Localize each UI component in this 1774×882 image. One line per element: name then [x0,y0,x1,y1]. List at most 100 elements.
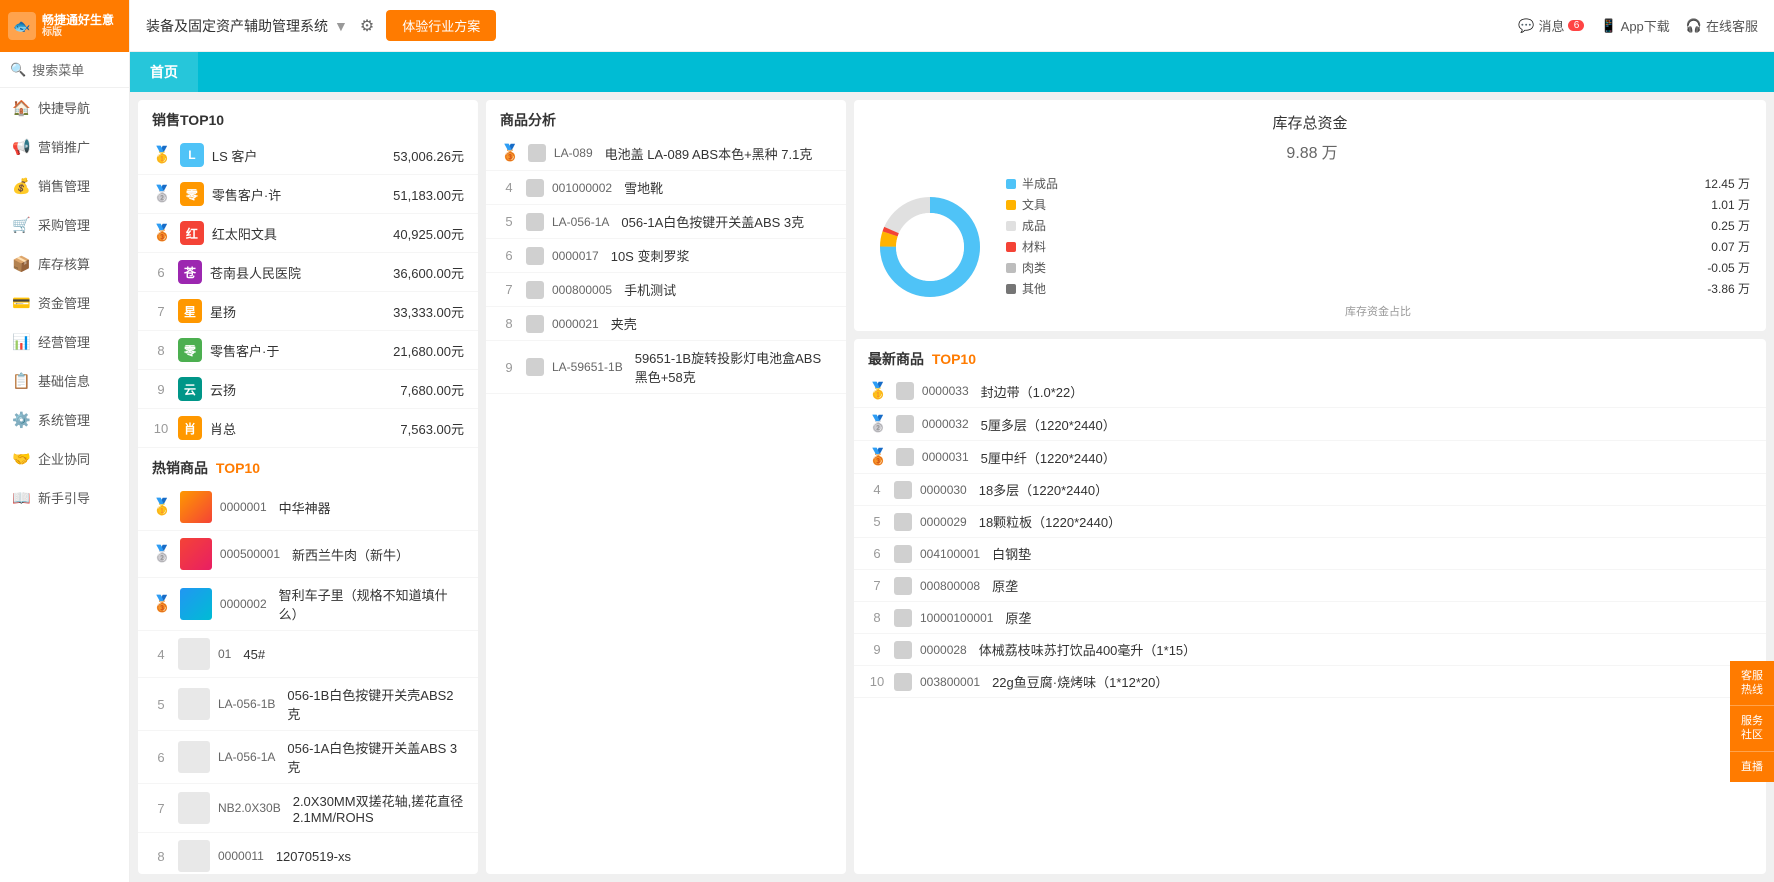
rank-avatar-3: 红 [180,221,204,245]
np-row-5: 5 0000029 18颗粒板（1220*2440） [854,506,1766,538]
inventory-chart-area: 半成品 12.45 万 文具 1.01 万 成品 0 [870,175,1750,319]
np-img-4 [894,481,912,499]
legend-dot-wenju [1006,200,1016,210]
sidebar-item-xinshou[interactable]: 📖 新手引导 [0,478,129,517]
rank-avatar-8: 肖 [178,416,202,440]
sp-icon-8 [526,315,544,333]
sp-row-4: 4 001000002 雪地靴 [486,171,846,205]
hot-product-6: 6 LA-056-1A 056-1A白色按键开关盖ABS 3克 [138,731,478,784]
inventory-sub-label: 库存资金占比 [1006,303,1750,319]
system-title: 装备及固定资产辅助管理系统 ▼ [146,16,348,36]
legend-dot-qita [1006,284,1016,294]
rank-avatar-4: 苍 [178,260,202,284]
legend-dot-roulei [1006,263,1016,273]
np-img-2 [896,415,914,433]
search-icon: 🔍 [10,62,26,78]
np-row-7: 7 000800008 原垄 [854,570,1766,602]
message-icon: 💬 [1518,18,1534,34]
np-img-8 [894,609,912,627]
rank-avatar-1: L [180,143,204,167]
np-row-1: 🥇 0000033 封边带（1.0*22） [854,375,1766,408]
new-products-title: 最新商品 TOP10 [854,339,1766,375]
livestream-button[interactable]: 直播 [1730,752,1774,782]
sidebar-item-jingying[interactable]: 📊 经营管理 [0,322,129,361]
np-img-5 [894,513,912,531]
np-row-4: 4 0000030 18多层（1220*2440） [854,474,1766,506]
data-icon: 📋 [12,372,30,390]
np-img-1 [896,382,914,400]
product-analysis-title: 商品分析 [486,100,846,136]
legend-chenpin: 成品 0.25 万 [1006,217,1750,234]
hot-product-7: 7 NB2.0X30B 2.0X30MM双搓花轴,搓花直径2.1MM/ROHS [138,784,478,833]
product-thumb-6 [178,741,210,773]
message-button[interactable]: 💬 消息 6 [1518,16,1584,35]
product-analysis-panel: 商品分析 🥉 LA-089 电池盖 LA-089 ABS本色+黑种 7.1克 4… [486,100,846,874]
sidebar-item-kucun[interactable]: 📦 库存核算 [0,244,129,283]
sidebar-item-xiaoshou[interactable]: 💰 销售管理 [0,166,129,205]
gold-medal-2-icon: 🥇 [152,497,172,517]
community-button[interactable]: 服务社区 [1730,706,1774,752]
rank-avatar-6: 零 [178,338,202,362]
columns: 销售TOP10 🥇 L LS 客户 53,006.26元 🥈 零 零售客户·许 … [130,92,1774,882]
legend-roulei: 肉类 -0.05 万 [1006,259,1750,276]
system-icon: ⚙️ [12,411,30,429]
product-thumb-8 [178,840,210,872]
legend-qita: 其他 -3.86 万 [1006,280,1750,297]
tab-home[interactable]: 首页 [130,52,198,92]
inventory-amount: 9.88万 [870,137,1750,165]
np-gold-icon: 🥇 [868,381,888,401]
product-thumb-4 [178,638,210,670]
sp-icon-5 [526,213,544,231]
np-row-10: 10 003800001 22g鱼豆腐·烧烤味（1*12*20） [854,666,1766,698]
sp-icon-4 [526,179,544,197]
home-icon: 🏠 [12,99,30,117]
float-buttons: 客服热线 服务社区 直播 [1730,661,1774,782]
inventory-icon: 📦 [12,255,30,273]
legend-cailiao: 材料 0.07 万 [1006,238,1750,255]
hot-product-5: 5 LA-056-1B 056-1B白色按键开关壳ABS2克 [138,678,478,731]
sidebar-item-xitong[interactable]: ⚙️ 系统管理 [0,400,129,439]
np-row-8: 8 10000100001 原垄 [854,602,1766,634]
legend-banchenpin: 半成品 12.45 万 [1006,175,1750,192]
hot-products-title: 热销商品 TOP10 [138,448,478,484]
sidebar-item-kuaijie[interactable]: 🏠 快捷导航 [0,88,129,127]
topbar: 装备及固定资产辅助管理系统 ▼ ⚙ 体验行业方案 💬 消息 6 📱 App下载 … [130,0,1774,52]
np-row-2: 🥈 0000032 5厘多层（1220*2440） [854,408,1766,441]
inventory-card: 库存总资金 9.88万 [854,100,1766,331]
new-products-card: 最新商品 TOP10 🥇 0000033 封边带（1.0*22） 🥈 00000… [854,339,1766,874]
purchase-icon: 🛒 [12,216,30,234]
online-service-button[interactable]: 🎧 在线客服 [1686,16,1758,35]
np-row-9: 9 0000028 体械荔枝味苏打饮品400毫升（1*15） [854,634,1766,666]
sales-ranking-title: 销售TOP10 [138,100,478,136]
logo-icon: 🐟 [8,12,36,40]
right-panel: 库存总资金 9.88万 [854,100,1766,874]
sp-icon-7 [526,281,544,299]
legend-dot-cailiao [1006,242,1016,252]
sidebar-item-qiye[interactable]: 🤝 企业协同 [0,439,129,478]
customer-service-button[interactable]: 客服热线 [1730,661,1774,707]
guide-icon: 📖 [12,489,30,507]
settings-icon[interactable]: ⚙ [360,16,374,36]
np-img-6 [894,545,912,563]
mobile-icon: 📱 [1600,18,1616,34]
trial-button[interactable]: 体验行业方案 [386,10,496,41]
rank-avatar-7: 云 [178,377,202,401]
silver-medal-icon: 🥈 [152,184,172,204]
sales-ranking-panel: 销售TOP10 🥇 L LS 客户 53,006.26元 🥈 零 零售客户·许 … [138,100,478,874]
sidebar-item-jichu[interactable]: 📋 基础信息 [0,361,129,400]
rank-row-6: 8 零 零售客户·于 21,680.00元 [138,331,478,370]
search-menu[interactable]: 🔍 搜索菜单 [0,52,129,88]
dropdown-arrow-icon[interactable]: ▼ [334,18,348,34]
app-download-button[interactable]: 📱 App下载 [1600,16,1669,35]
sidebar-item-yingxiao[interactable]: 📢 营销推广 [0,127,129,166]
sidebar-item-caigou[interactable]: 🛒 采购管理 [0,205,129,244]
np-silver-icon: 🥈 [868,414,888,434]
nav-tabs: 首页 [130,52,1774,92]
np-img-3 [896,448,914,466]
rank-avatar-2: 零 [180,182,204,206]
product-thumb-1 [180,491,212,523]
sp-row-7: 7 000800005 手机测试 [486,273,846,307]
rank-row-1: 🥇 L LS 客户 53,006.26元 [138,136,478,175]
sidebar-item-zijin[interactable]: 💳 资金管理 [0,283,129,322]
sp-icon-6 [526,247,544,265]
